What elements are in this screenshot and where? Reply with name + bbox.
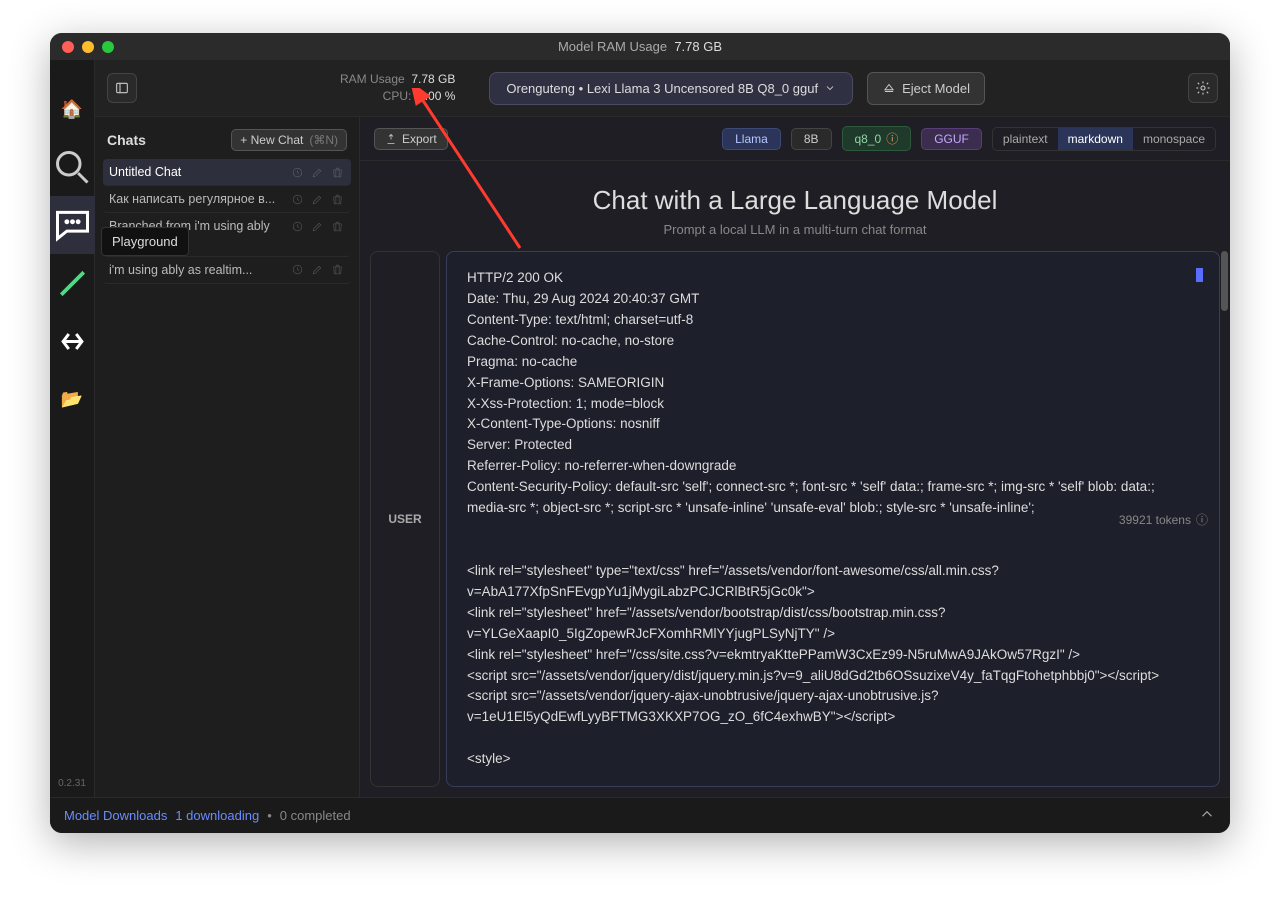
chat-edit-icon[interactable] <box>309 218 325 234</box>
minimize-window-button[interactable] <box>82 41 94 53</box>
downloading-count[interactable]: 1 downloading <box>175 808 259 823</box>
version-label: 0.2.31 <box>58 778 86 789</box>
chat-history-icon[interactable] <box>289 262 305 278</box>
message-line: <link rel="stylesheet" type="text/css" h… <box>467 561 1199 603</box>
resource-stats: RAM Usage 7.78 GB CPU: 0.00 % <box>340 71 455 105</box>
app-window: Model RAM Usage 7.78 GB 🏠 📂 0.2.31 <box>50 33 1230 833</box>
format-option-markdown[interactable]: markdown <box>1058 128 1133 150</box>
message-input[interactable]: HTTP/2 200 OKDate: Thu, 29 Aug 2024 20:4… <box>446 251 1220 787</box>
message-line: <link rel="stylesheet" href="/css/site.c… <box>467 645 1199 666</box>
chat-history-icon[interactable] <box>289 164 305 180</box>
message-line: Referrer-Policy: no-referrer-when-downgr… <box>467 456 1199 477</box>
chat-item[interactable]: Как написать регулярное в... <box>103 186 351 213</box>
chat-item-label: Как написать регулярное в... <box>109 192 285 206</box>
settings-button[interactable] <box>1188 73 1218 103</box>
chat-edit-icon[interactable] <box>309 164 325 180</box>
message-line: Date: Thu, 29 Aug 2024 20:40:37 GMT <box>467 289 1199 310</box>
message-line: Cache-Control: no-cache, no-store <box>467 331 1199 352</box>
scrollbar-thumb[interactable] <box>1221 251 1228 311</box>
nav-rail: 🏠 📂 0.2.31 <box>50 60 95 797</box>
chat-delete-icon[interactable] <box>329 262 345 278</box>
format-option-plaintext[interactable]: plaintext <box>993 128 1058 150</box>
chat-delete-icon[interactable] <box>329 191 345 207</box>
arch-pill: Llama <box>722 128 781 150</box>
message-line: Server: Protected <box>467 435 1199 456</box>
quant-pill: q8_0 ⓘ <box>842 126 912 151</box>
toggle-sidebar-button[interactable] <box>107 73 137 103</box>
chat-item[interactable]: Untitled Chat <box>103 159 351 186</box>
close-window-button[interactable] <box>62 41 74 53</box>
export-button[interactable]: Export <box>374 128 448 150</box>
status-bar: Model Downloads 1 downloading • 0 comple… <box>50 797 1230 833</box>
token-count: 39921 tokens ⓘ <box>1119 511 1208 528</box>
size-pill: 8B <box>791 128 832 150</box>
folder-tab[interactable]: 📂 <box>50 370 95 428</box>
server-tab[interactable] <box>50 312 95 370</box>
chat-heading: Chat with a Large Language Model Prompt … <box>360 161 1230 251</box>
model-selector[interactable]: Orenguteng • Lexi Llama 3 Uncensored 8B … <box>489 72 853 105</box>
chevron-up-icon <box>1198 805 1216 823</box>
message-line: Content-Type: text/html; charset=utf-8 <box>467 310 1199 331</box>
titlebar: Model RAM Usage 7.78 GB <box>50 33 1230 60</box>
format-pill: GGUF <box>921 128 982 150</box>
message-line: X-Frame-Options: SAMEORIGIN <box>467 373 1199 394</box>
playground-tab[interactable] <box>50 254 95 312</box>
message-line: X-Xss-Protection: 1; mode=block <box>467 394 1199 415</box>
message-line: Pragma: no-cache <box>467 352 1199 373</box>
toolbar: Export Llama 8B q8_0 ⓘ GGUF plaintextmar… <box>360 117 1230 161</box>
text-cursor <box>1196 268 1203 282</box>
eject-icon <box>882 81 896 95</box>
chat-edit-icon[interactable] <box>309 191 325 207</box>
message-line: <link rel="stylesheet" href="/assets/ven… <box>467 603 1199 645</box>
chevron-down-icon <box>824 82 836 94</box>
message-role[interactable]: USER <box>370 251 440 787</box>
chat-item[interactable]: i'm using ably as realtim... <box>103 257 351 284</box>
model-downloads-link[interactable]: Model Downloads <box>64 808 167 823</box>
chat-history-icon[interactable] <box>289 218 305 234</box>
window-controls <box>62 41 114 53</box>
message-line: <script src="/assets/vendor/jquery-ajax-… <box>467 686 1199 728</box>
chats-sidebar: Chats + New Chat (⌘N) Untitled Chat Как н… <box>95 117 360 797</box>
search-tab[interactable] <box>50 138 95 196</box>
message-line <box>467 540 1199 561</box>
chat-title: Chat with a Large Language Model <box>360 185 1230 216</box>
chat-delete-icon[interactable] <box>329 218 345 234</box>
new-chat-button[interactable]: + New Chat (⌘N) <box>231 129 347 151</box>
message-line <box>467 728 1199 749</box>
chat-history-icon[interactable] <box>289 191 305 207</box>
export-icon <box>385 133 397 145</box>
message-line <box>467 519 1199 540</box>
chat-tab[interactable] <box>50 196 95 254</box>
chat-list: Untitled Chat Как написать регулярное в..… <box>103 159 351 284</box>
chats-heading: Chats <box>107 132 146 148</box>
window-title: Model RAM Usage 7.78 GB <box>558 39 722 54</box>
chat-edit-icon[interactable] <box>309 262 325 278</box>
chat-item-label: Untitled Chat <box>109 165 285 179</box>
expand-footer-button[interactable] <box>1198 805 1216 826</box>
playground-tooltip: Playground <box>101 227 189 256</box>
chat-delete-icon[interactable] <box>329 164 345 180</box>
warning-icon: ⓘ <box>886 130 898 147</box>
chat-item-label: i'm using ably as realtim... <box>109 263 285 277</box>
output-format-toggle[interactable]: plaintextmarkdownmonospace <box>992 127 1216 151</box>
completed-count: 0 completed <box>280 808 351 823</box>
message-line: HTTP/2 200 OK <box>467 268 1199 289</box>
eject-model-button[interactable]: Eject Model <box>867 72 985 105</box>
message-line: Content-Security-Policy: default-src 'se… <box>467 477 1199 519</box>
topbar: RAM Usage 7.78 GB CPU: 0.00 % Orenguteng… <box>95 60 1230 117</box>
message-line: <script src="/assets/vendor/jquery/dist/… <box>467 666 1199 687</box>
home-tab[interactable]: 🏠 <box>50 80 95 138</box>
message-line: X-Content-Type-Options: nosniff <box>467 414 1199 435</box>
chat-subtitle: Prompt a local LLM in a multi-turn chat … <box>360 222 1230 237</box>
chat-area: Export Llama 8B q8_0 ⓘ GGUF plaintextmar… <box>360 117 1230 797</box>
info-icon[interactable]: ⓘ <box>1196 511 1208 528</box>
format-option-monospace[interactable]: monospace <box>1133 128 1215 150</box>
message-line: <style> <box>467 749 1199 770</box>
maximize-window-button[interactable] <box>102 41 114 53</box>
gear-icon <box>1195 80 1211 96</box>
